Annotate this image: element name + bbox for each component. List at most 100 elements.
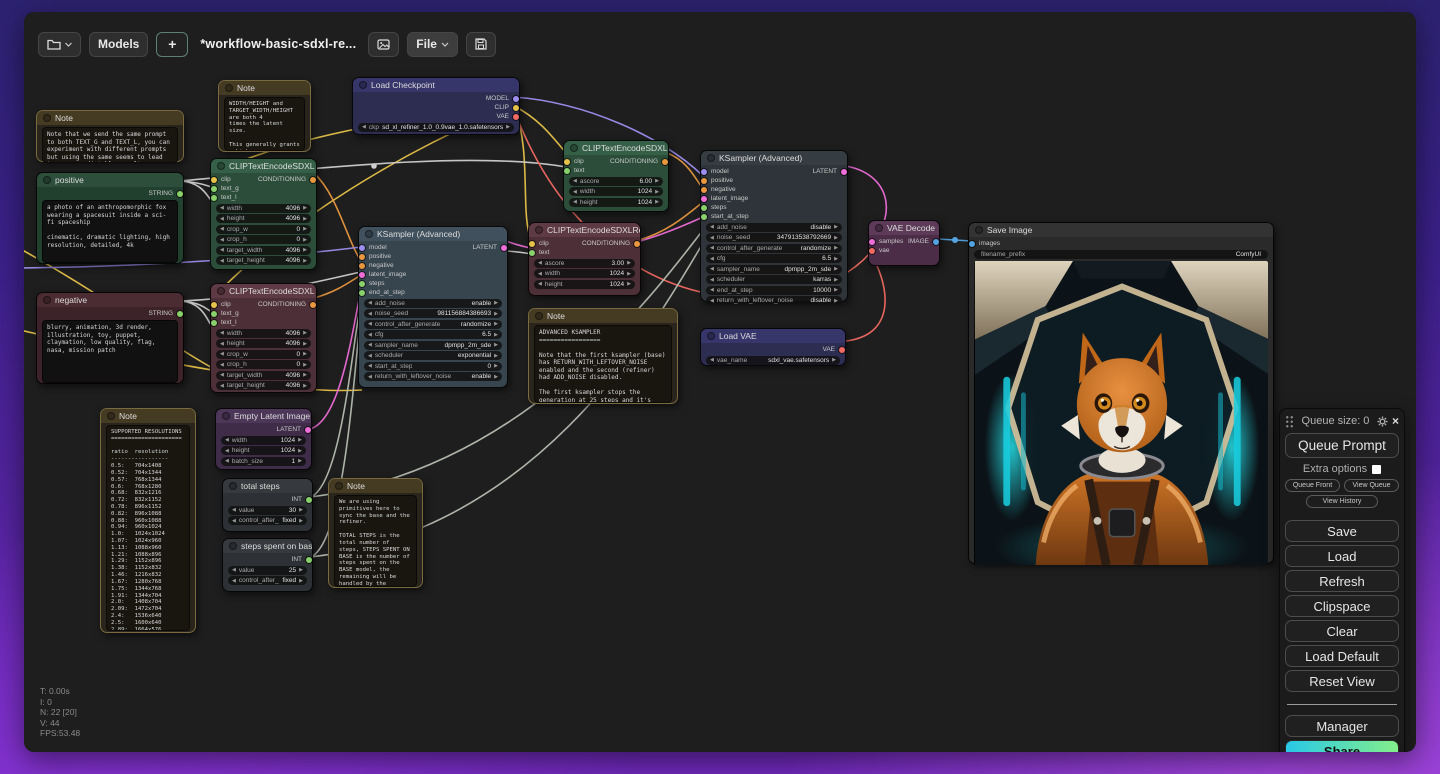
collapse-icon[interactable] <box>107 412 115 420</box>
widget-add-noise[interactable]: ◀add_noiseenable▶ <box>364 299 502 308</box>
increment-icon[interactable]: ▶ <box>303 258 307 264</box>
increment-icon[interactable]: ▶ <box>299 567 303 573</box>
next-icon[interactable]: ▶ <box>506 124 510 130</box>
node-ksampler-advanced-refiner[interactable]: KSampler (Advanced) model LATENT positiv… <box>700 150 848 302</box>
decrement-icon[interactable]: ◀ <box>538 281 542 287</box>
prev-icon[interactable]: ◀ <box>368 300 372 306</box>
widget-return-with-leftover-noise[interactable]: ◀return_with_leftover_noiseenable▶ <box>364 372 502 381</box>
collapse-icon[interactable] <box>359 81 367 89</box>
widget-filename-prefix[interactable]: filename_prefixComfyUI <box>974 250 1268 259</box>
widget-width[interactable]: ◀width4096▶ <box>216 329 311 338</box>
prev-icon[interactable]: ◀ <box>232 518 236 524</box>
collapse-icon[interactable] <box>43 114 51 122</box>
widget-ascore[interactable]: ◀ascore6.00▶ <box>569 177 663 186</box>
widget-width[interactable]: ◀width1024▶ <box>569 187 663 196</box>
next-icon[interactable]: ▶ <box>834 266 838 272</box>
node-load-checkpoint[interactable]: Load Checkpoint MODEL CLIP VAE ◀ckpt_nam… <box>352 77 520 135</box>
increment-icon[interactable]: ▶ <box>834 235 838 241</box>
widget-end-at-step[interactable]: ◀end_at_step10000▶ <box>706 286 842 295</box>
widget-start-at-step[interactable]: ◀start_at_step0▶ <box>364 362 502 371</box>
port-model-input[interactable] <box>701 169 707 175</box>
port-steps-input[interactable] <box>701 205 707 211</box>
port-conditioning-output[interactable] <box>310 177 316 183</box>
port-steps-input[interactable] <box>359 281 365 287</box>
widget-vae-name[interactable]: ◀vae_namesdxl_vae.safetensors▶ <box>706 356 840 365</box>
widget-value[interactable]: ◀value25▶ <box>228 566 307 575</box>
increment-icon[interactable]: ▶ <box>303 205 307 211</box>
widget-crop-w[interactable]: ◀crop_w0▶ <box>216 350 311 359</box>
increment-icon[interactable]: ▶ <box>303 216 307 222</box>
port-end-at-step-input[interactable] <box>359 290 365 296</box>
widget-target-height[interactable]: ◀target_height4096▶ <box>216 256 311 265</box>
collapse-icon[interactable] <box>535 312 543 320</box>
decrement-icon[interactable]: ◀ <box>220 383 224 389</box>
increment-icon[interactable]: ▶ <box>627 271 631 277</box>
port-clip-output[interactable] <box>513 105 519 111</box>
increment-icon[interactable]: ▶ <box>303 351 307 357</box>
widget-target-width[interactable]: ◀target_width4096▶ <box>216 246 311 255</box>
widget-add-noise[interactable]: ◀add_noisedisable▶ <box>706 223 842 232</box>
increment-icon[interactable]: ▶ <box>627 260 631 266</box>
next-icon[interactable]: ▶ <box>834 298 838 304</box>
port-text-input[interactable] <box>564 168 570 174</box>
port-clip-input[interactable] <box>211 302 217 308</box>
increment-icon[interactable]: ▶ <box>655 178 659 184</box>
increment-icon[interactable]: ▶ <box>303 330 307 336</box>
widget-cfg[interactable]: ◀cfg6.5▶ <box>706 254 842 263</box>
decrement-icon[interactable]: ◀ <box>232 567 236 573</box>
increment-icon[interactable]: ▶ <box>655 199 659 205</box>
increment-icon[interactable]: ▶ <box>834 287 838 293</box>
increment-icon[interactable]: ▶ <box>303 341 307 347</box>
port-conditioning-output[interactable] <box>310 302 316 308</box>
new-workflow-button[interactable]: + <box>156 32 188 57</box>
decrement-icon[interactable]: ◀ <box>225 448 229 454</box>
widget-height[interactable]: ◀height4096▶ <box>216 339 311 348</box>
port-text-g-input[interactable] <box>211 311 217 317</box>
widget-batch-size[interactable]: ◀batch_size1▶ <box>221 457 306 466</box>
gallery-button[interactable] <box>368 32 399 57</box>
settings-gear-icon[interactable] <box>1377 416 1388 427</box>
node-note-primitives[interactable]: Note We are using primitives here to syn… <box>328 478 423 588</box>
prompt-textarea[interactable]: a photo of an anthropomorphic fox wearin… <box>42 200 178 263</box>
port-negative-input[interactable] <box>701 187 707 193</box>
widget-cfg[interactable]: ◀cfg6.5▶ <box>364 330 502 339</box>
prev-icon[interactable]: ◀ <box>710 245 714 251</box>
port-string-output[interactable] <box>177 311 183 317</box>
save-button[interactable]: Save <box>1285 520 1399 542</box>
close-icon[interactable]: × <box>1392 415 1399 427</box>
increment-icon[interactable]: ▶ <box>298 437 302 443</box>
widget-return-with-leftover-noise[interactable]: ◀return_with_leftover_noisedisable▶ <box>706 296 842 305</box>
increment-icon[interactable]: ▶ <box>627 281 631 287</box>
next-icon[interactable]: ▶ <box>299 578 303 584</box>
port-clip-input[interactable] <box>564 159 570 165</box>
decrement-icon[interactable]: ◀ <box>710 235 714 241</box>
widget-sampler-name[interactable]: ◀sampler_namedpmpp_2m_sde▶ <box>706 265 842 274</box>
port-text-l-input[interactable] <box>211 320 217 326</box>
decrement-icon[interactable]: ◀ <box>220 362 224 368</box>
collapse-icon[interactable] <box>229 482 237 490</box>
collapse-icon[interactable] <box>570 144 578 152</box>
decrement-icon[interactable]: ◀ <box>220 205 224 211</box>
manager-button[interactable]: Manager <box>1285 715 1399 737</box>
collapse-icon[interactable] <box>875 224 883 232</box>
port-int-output[interactable] <box>306 497 312 503</box>
node-save-image[interactable]: Save Image images filename_prefixComfyUI <box>968 222 1274 564</box>
node-clip-refiner-positive[interactable]: CLIPTextEncodeSDXLRefiner clip CONDITION… <box>563 140 669 212</box>
collapse-icon[interactable] <box>707 332 715 340</box>
next-icon[interactable]: ▶ <box>834 277 838 283</box>
port-latent-image-input[interactable] <box>359 272 365 278</box>
view-queue-button[interactable]: View Queue <box>1344 479 1399 492</box>
decrement-icon[interactable]: ◀ <box>538 271 542 277</box>
decrement-icon[interactable]: ◀ <box>573 199 577 205</box>
collapse-icon[interactable] <box>225 84 233 92</box>
port-vae-output[interactable] <box>513 114 519 120</box>
widget-height[interactable]: ◀height1024▶ <box>534 280 635 289</box>
next-icon[interactable]: ▶ <box>834 224 838 230</box>
widget-crop-h[interactable]: ◀crop_h0▶ <box>216 360 311 369</box>
node-negative-prompt[interactable]: negative STRING blurry, animation, 3d re… <box>36 292 184 384</box>
port-latent-output[interactable] <box>305 427 311 433</box>
collapse-icon[interactable] <box>43 176 51 184</box>
port-text-l-input[interactable] <box>211 195 217 201</box>
increment-icon[interactable]: ▶ <box>655 189 659 195</box>
port-latent-image-input[interactable] <box>701 196 707 202</box>
